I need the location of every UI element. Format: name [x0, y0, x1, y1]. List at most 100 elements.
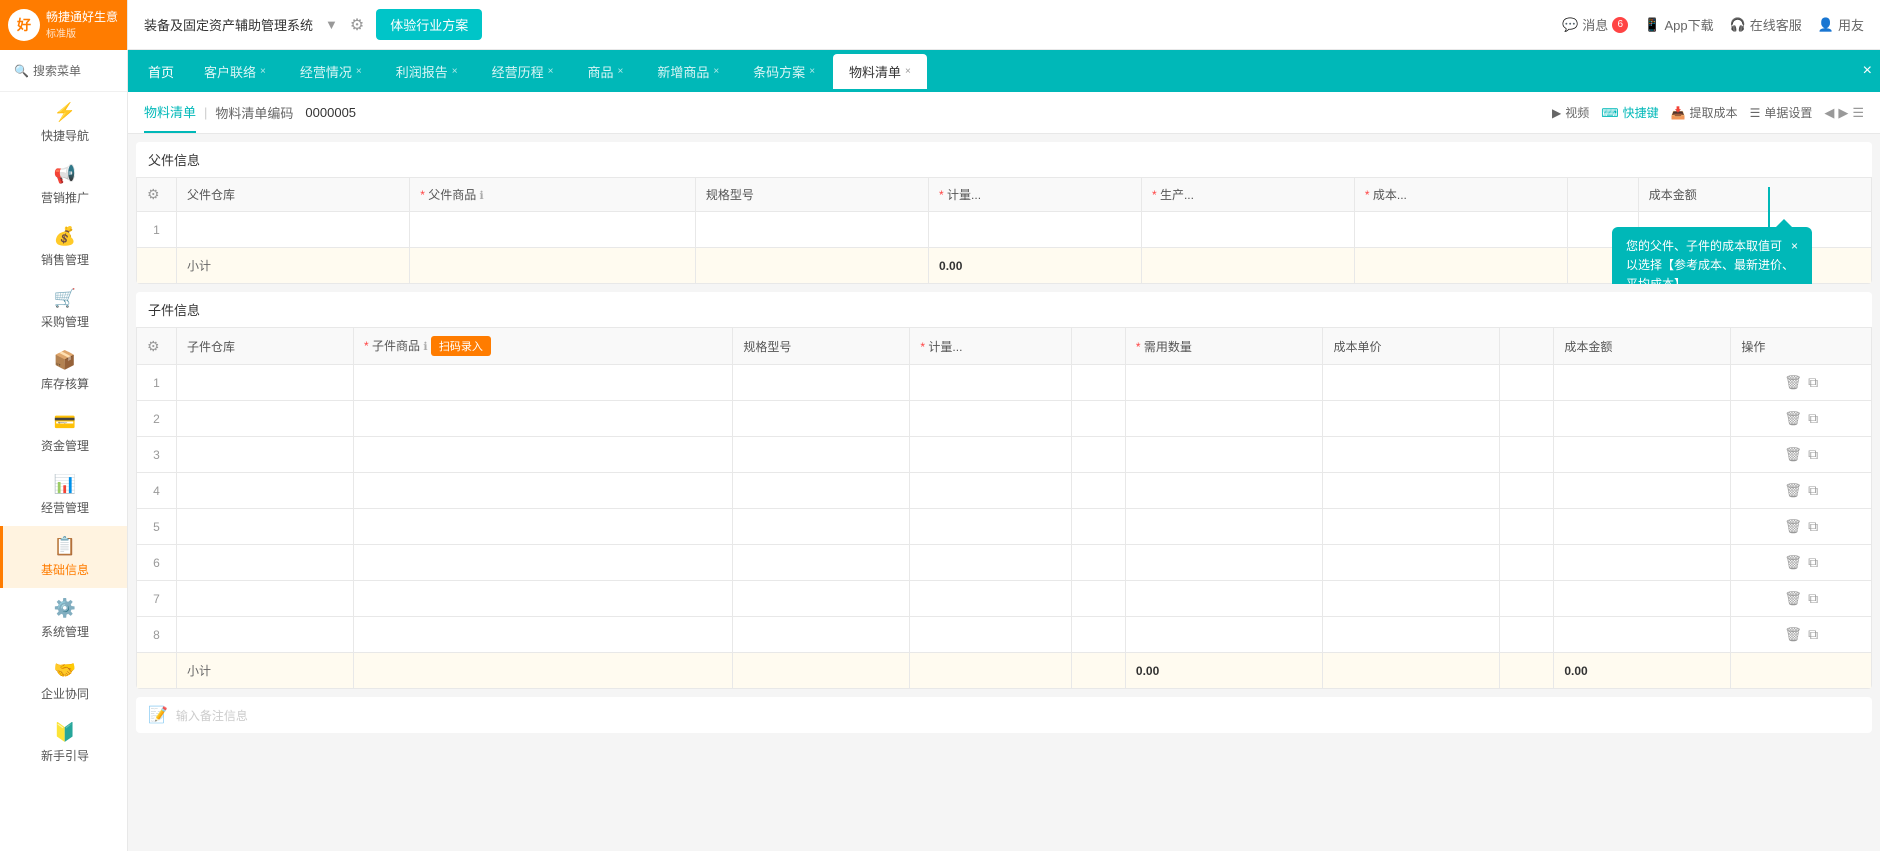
tab-close-icon[interactable]: × — [260, 66, 266, 77]
tab-close-icon[interactable]: × — [356, 66, 362, 77]
delete-icon[interactable]: 🗑 — [1784, 518, 1802, 535]
copy-icon[interactable]: ⧉ — [1808, 590, 1818, 607]
sidebar-search[interactable]: 🔍 搜索菜单 — [0, 50, 127, 92]
delete-icon[interactable]: 🗑 — [1784, 626, 1802, 643]
online-service-button[interactable]: 🎧 在线客服 — [1730, 15, 1802, 34]
parent-col-spec: 规格型号 — [695, 178, 928, 212]
tooltip-close-button[interactable]: × — [1791, 237, 1798, 256]
tab-customer[interactable]: 客户联络 × — [188, 54, 282, 89]
tab-operations[interactable]: 经营情况 × — [284, 54, 378, 89]
sidebar: 好 畅捷通好生意 标准版 🔍 搜索菜单 ⚡ 快捷导航 📢 营销推广 💰 销售管理… — [0, 0, 128, 851]
tab-close-icon[interactable]: × — [452, 66, 458, 77]
parent-spec-cell[interactable] — [695, 212, 928, 248]
child-section: 子件信息 ⚙ 子件仓库 * 子件商品 ℹ 扫码录入 规格型号 * 计量... *… — [136, 292, 1872, 689]
parent-col-settings[interactable]: ⚙ — [137, 178, 177, 212]
child-empty2-cell — [1500, 365, 1554, 401]
child-warehouse-cell[interactable] — [177, 365, 354, 401]
page-nav-menu[interactable]: ☰ — [1852, 105, 1864, 121]
sidebar-item-inventory[interactable]: 📦 库存核算 — [0, 340, 127, 402]
page-nav-prev[interactable]: ◀ — [1824, 105, 1834, 121]
child-qty-cell[interactable] — [1125, 365, 1323, 401]
delete-icon[interactable]: 🗑 — [1784, 554, 1802, 571]
child-unit-cell[interactable] — [910, 365, 1072, 401]
tab-profit[interactable]: 利润报告 × — [380, 54, 474, 89]
parent-unit-cell[interactable] — [929, 212, 1142, 248]
sidebar-item-finance[interactable]: 💳 资金管理 — [0, 402, 127, 464]
tab-home[interactable]: 首页 — [136, 54, 186, 89]
parent-warehouse-cell[interactable] — [177, 212, 410, 248]
child-col-settings[interactable]: ⚙ — [137, 328, 177, 365]
table-row: 5 🗑⧉ — [137, 509, 1872, 545]
delete-icon[interactable]: 🗑 — [1784, 410, 1802, 427]
copy-icon[interactable]: ⧉ — [1808, 626, 1818, 643]
copy-icon[interactable]: ⧉ — [1808, 554, 1818, 571]
sidebar-item-sales[interactable]: 💰 销售管理 — [0, 216, 127, 278]
parent-col-warehouse: 父件仓库 — [177, 178, 410, 212]
message-icon: 💬 — [1562, 17, 1578, 33]
sidebar-item-system[interactable]: ⚙️ 系统管理 — [0, 588, 127, 650]
child-table: ⚙ 子件仓库 * 子件商品 ℹ 扫码录入 规格型号 * 计量... * 需用数量… — [136, 327, 1872, 689]
row-num: 1 — [137, 212, 177, 248]
tooltip-line — [1768, 187, 1770, 227]
tab-close-icon[interactable]: × — [548, 66, 554, 77]
sidebar-item-guide[interactable]: 🔰 新手引导 — [0, 712, 127, 774]
page-tools: ▶ 视频 ⌨ 快捷键 📥 提取成本 ☰ 单据设置 ◀ ▶ — [1552, 104, 1864, 121]
parent-subtotal-qty: 0.00 — [929, 248, 1142, 284]
user-icon: 👤 — [1818, 17, 1834, 33]
delete-icon[interactable]: 🗑 — [1784, 482, 1802, 499]
page-nav-next[interactable]: ▶ — [1838, 105, 1848, 121]
tab-close-icon[interactable]: × — [905, 66, 911, 77]
dropdown-icon[interactable]: ▼ — [325, 17, 338, 32]
sidebar-item-operations[interactable]: 📊 经营管理 — [0, 464, 127, 526]
single-settings-tool[interactable]: ☰ 单据设置 — [1750, 104, 1813, 121]
scan-button[interactable]: 扫码录入 — [431, 336, 491, 356]
shortcut-tool[interactable]: ⌨ 快捷键 — [1601, 104, 1658, 121]
copy-icon[interactable]: ⧉ — [1808, 374, 1818, 391]
extract-cost-tool[interactable]: 📥 提取成本 — [1671, 104, 1738, 121]
tab-close-icon[interactable]: × — [713, 66, 719, 77]
purchase-icon: 🛒 — [54, 288, 76, 309]
settings-icon[interactable]: ⚙ — [350, 15, 364, 35]
tab-barcode[interactable]: 条码方案 × — [737, 54, 831, 89]
parent-goods-cell[interactable] — [410, 212, 696, 248]
trial-button[interactable]: 体验行业方案 — [376, 9, 482, 40]
logo-icon: 好 — [8, 9, 40, 41]
sidebar-item-quick-nav[interactable]: ⚡ 快捷导航 — [0, 92, 127, 154]
child-unit-cost-cell[interactable] — [1323, 365, 1500, 401]
search-menu-button[interactable]: 🔍 搜索菜单 — [8, 58, 119, 83]
message-button[interactable]: 💬 消息 6 — [1562, 15, 1628, 34]
sidebar-item-purchase[interactable]: 🛒 采购管理 — [0, 278, 127, 340]
copy-icon[interactable]: ⧉ — [1808, 518, 1818, 535]
delete-icon[interactable]: 🗑 — [1784, 446, 1802, 463]
settings-icon[interactable]: ⚙ — [147, 338, 160, 354]
tab-bom[interactable]: 物料清单 × — [833, 54, 927, 89]
note-placeholder[interactable]: 输入备注信息 — [176, 707, 248, 724]
parent-cost-cell[interactable] — [1354, 212, 1567, 248]
child-goods-cell[interactable] — [354, 365, 733, 401]
delete-icon[interactable]: 🗑 — [1784, 590, 1802, 607]
settings-icon[interactable]: ⚙ — [147, 186, 160, 202]
tab-new-goods[interactable]: 新增商品 × — [641, 54, 735, 89]
app-icon: 📱 — [1644, 17, 1660, 33]
copy-icon[interactable]: ⧉ — [1808, 410, 1818, 427]
tab-goods[interactable]: 商品 × — [571, 54, 639, 89]
tab-history[interactable]: 经营历程 × — [476, 54, 570, 89]
sidebar-item-marketing[interactable]: 📢 营销推广 — [0, 154, 127, 216]
child-col-actions: 操作 — [1731, 328, 1872, 365]
video-tool[interactable]: ▶ 视频 — [1552, 104, 1589, 121]
sidebar-item-basic-info[interactable]: 📋 基础信息 — [0, 526, 127, 588]
copy-icon[interactable]: ⧉ — [1808, 482, 1818, 499]
breadcrumb-bom[interactable]: 物料清单 — [144, 92, 196, 133]
copy-icon[interactable]: ⧉ — [1808, 446, 1818, 463]
delete-icon[interactable]: 🗑 — [1784, 374, 1802, 391]
user-button[interactable]: 👤 用友 — [1818, 15, 1864, 34]
app-download-button[interactable]: 📱 App下载 — [1644, 15, 1713, 34]
child-col-cost-amount: 成本金额 — [1554, 328, 1731, 365]
breadcrumb-code-label: 物料清单编码 — [215, 93, 293, 132]
child-spec-cell[interactable] — [733, 365, 910, 401]
parent-production-cell[interactable] — [1141, 212, 1354, 248]
nav-close-button[interactable]: × — [1863, 62, 1872, 80]
tab-close-icon[interactable]: × — [809, 66, 815, 77]
sidebar-item-enterprise[interactable]: 🤝 企业协同 — [0, 650, 127, 712]
tab-close-icon[interactable]: × — [617, 66, 623, 77]
